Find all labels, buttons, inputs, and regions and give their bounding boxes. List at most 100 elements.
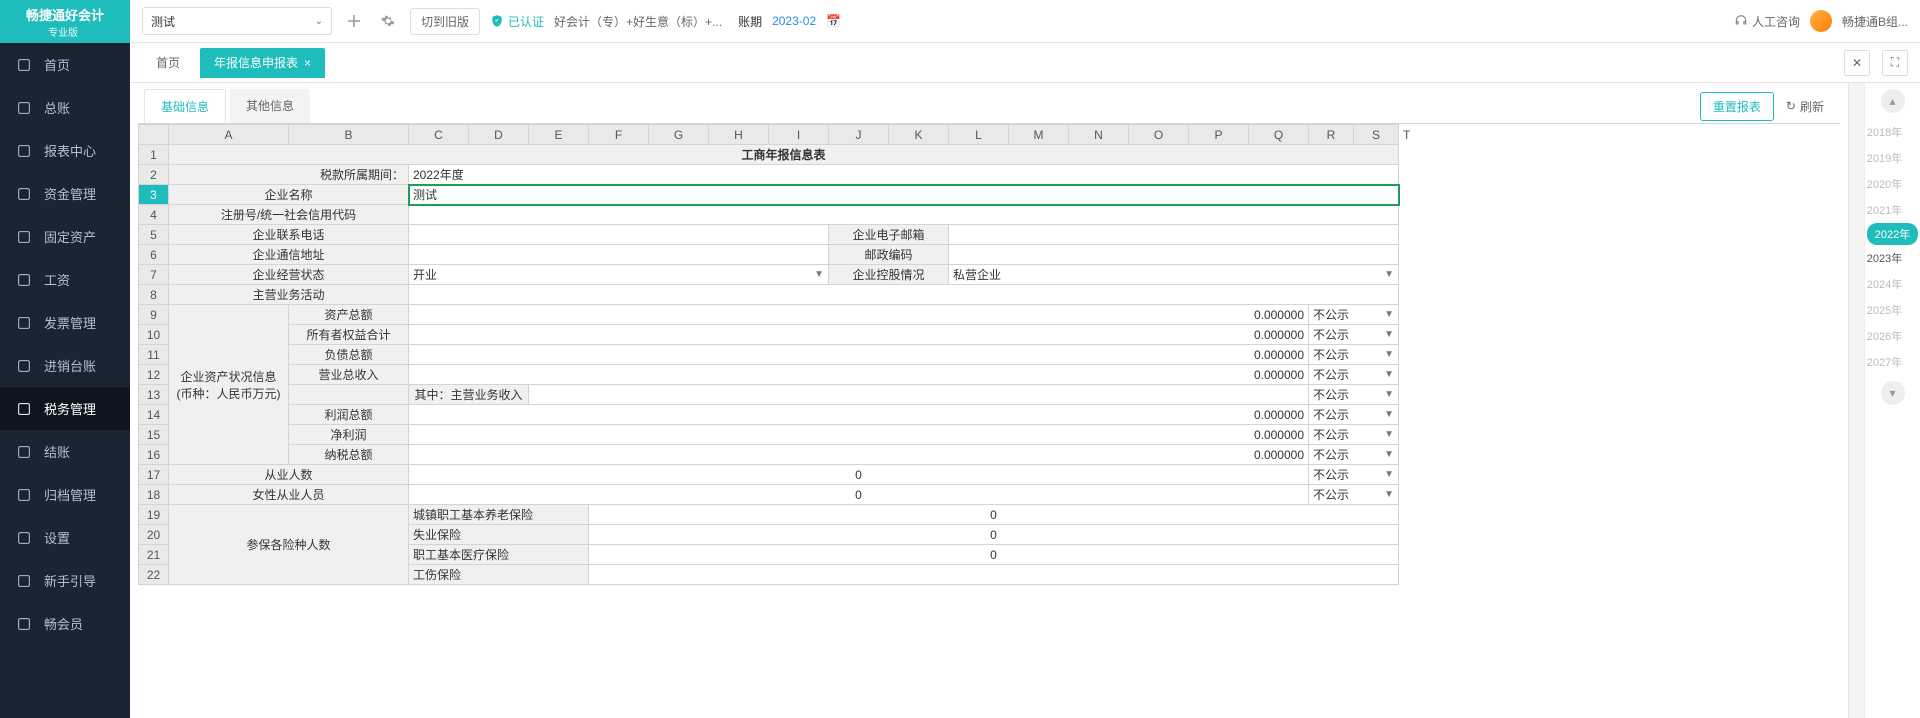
sidebar-item-5[interactable]: 工资 [0, 258, 130, 301]
disclosure-select[interactable]: 不公示▼ [1313, 466, 1394, 483]
disclosure-select[interactable]: 不公示▼ [1313, 326, 1394, 343]
cell-value[interactable]: 0.000000 [409, 345, 1309, 365]
add-org-button[interactable] [342, 9, 366, 33]
sidebar-item-10[interactable]: 归档管理 [0, 473, 130, 516]
cell-disclosure[interactable]: 不公示▼ [1309, 405, 1399, 425]
col-header-A[interactable]: A [169, 125, 289, 145]
disclosure-select[interactable]: 不公示▼ [1313, 486, 1394, 503]
cell-input[interactable] [949, 245, 1399, 265]
cell-disclosure[interactable]: 不公示▼ [1309, 345, 1399, 365]
company-name-cell[interactable]: 测试 [409, 185, 1399, 205]
year-item-2022年[interactable]: 2022年 [1867, 223, 1918, 245]
col-header-Q[interactable]: Q [1249, 125, 1309, 145]
col-header-D[interactable]: D [469, 125, 529, 145]
cell-value[interactable]: 0.000000 [409, 425, 1309, 445]
disclosure-select[interactable]: 私营企业▼ [953, 266, 1394, 283]
row-header-15[interactable]: 15 [139, 425, 169, 445]
col-header-O[interactable]: O [1129, 125, 1189, 145]
cell-value[interactable]: 0.000000 [409, 305, 1309, 325]
sidebar-item-11[interactable]: 设置 [0, 516, 130, 559]
row-header-20[interactable]: 20 [139, 525, 169, 545]
year-up-button[interactable]: ▴ [1881, 89, 1905, 113]
col-header-J[interactable]: J [829, 125, 889, 145]
row-header-6[interactable]: 6 [139, 245, 169, 265]
disclosure-select[interactable]: 不公示▼ [1313, 386, 1394, 403]
row-header-9[interactable]: 9 [139, 305, 169, 325]
cell-value[interactable]: 0 [589, 545, 1399, 565]
row-header-4[interactable]: 4 [139, 205, 169, 225]
close-icon[interactable]: × [304, 56, 311, 70]
cell-input[interactable] [409, 245, 829, 265]
row-header-5[interactable]: 5 [139, 225, 169, 245]
sidebar-item-4[interactable]: 固定资产 [0, 215, 130, 258]
cell-value[interactable]: 0 [589, 505, 1399, 525]
cell-value[interactable] [529, 385, 1309, 405]
year-item-2023年[interactable]: 2023年 [1867, 245, 1918, 271]
row-header-10[interactable]: 10 [139, 325, 169, 345]
col-header-S[interactable]: S [1354, 125, 1399, 145]
row-header-18[interactable]: 18 [139, 485, 169, 505]
cell-input[interactable] [949, 225, 1399, 245]
year-item-2027年[interactable]: 2027年 [1867, 349, 1918, 375]
cell-disclosure[interactable]: 不公示▼ [1309, 325, 1399, 345]
sidebar-item-2[interactable]: 报表中心 [0, 129, 130, 172]
row-header-19[interactable]: 19 [139, 505, 169, 525]
col-header-M[interactable]: M [1009, 125, 1069, 145]
refresh-button[interactable]: ↻ 刷新 [1786, 98, 1824, 115]
row-header-14[interactable]: 14 [139, 405, 169, 425]
row-header-1[interactable]: 1 [139, 145, 169, 165]
period-calendar-icon[interactable]: 📅 [826, 14, 841, 28]
col-header-B[interactable]: B [289, 125, 409, 145]
row-header-13[interactable]: 13 [139, 385, 169, 405]
cell-value[interactable]: 0 [409, 465, 1309, 485]
cell-disclosure[interactable]: 不公示▼ [1309, 425, 1399, 445]
avatar[interactable] [1810, 10, 1832, 32]
cell-input[interactable] [409, 205, 1399, 225]
sidebar-item-12[interactable]: 新手引导 [0, 559, 130, 602]
cell-value[interactable]: 0 [589, 525, 1399, 545]
row-header-2[interactable]: 2 [139, 165, 169, 185]
col-header-K[interactable]: K [889, 125, 949, 145]
sidebar-item-13[interactable]: 畅会员 [0, 602, 130, 645]
disclosure-select[interactable]: 开业▼ [413, 266, 824, 283]
cell-value[interactable]: 0.000000 [409, 405, 1309, 425]
row-header-8[interactable]: 8 [139, 285, 169, 305]
help-button[interactable]: 人工咨询 [1734, 13, 1800, 30]
tab-0[interactable]: 首页 [142, 48, 194, 78]
sidebar-item-7[interactable]: 进销台账 [0, 344, 130, 387]
col-header-I[interactable]: I [769, 125, 829, 145]
sidebar-item-6[interactable]: 发票管理 [0, 301, 130, 344]
cell-select[interactable]: 开业▼ [409, 265, 829, 285]
cell-value[interactable] [589, 565, 1399, 585]
username[interactable]: 畅捷通B组... [1842, 13, 1908, 30]
sidebar-item-9[interactable]: 结账 [0, 430, 130, 473]
sidebar-item-1[interactable]: 总账 [0, 86, 130, 129]
row-header-17[interactable]: 17 [139, 465, 169, 485]
subtab-0[interactable]: 基础信息 [144, 89, 226, 123]
col-header-G[interactable]: G [649, 125, 709, 145]
row-header-12[interactable]: 12 [139, 365, 169, 385]
cell-disclosure[interactable]: 不公示▼ [1309, 445, 1399, 465]
brand-logo[interactable]: 畅捷通好会计 专业版 [0, 0, 130, 43]
cell-input[interactable] [409, 225, 829, 245]
year-item-2025年[interactable]: 2025年 [1867, 297, 1918, 323]
disclosure-select[interactable]: 不公示▼ [1313, 346, 1394, 363]
sidebar-item-0[interactable]: 首页 [0, 43, 130, 86]
disclosure-select[interactable]: 不公示▼ [1313, 446, 1394, 463]
year-item-2024年[interactable]: 2024年 [1867, 271, 1918, 297]
org-select[interactable]: 测试 ⌄ [142, 7, 332, 35]
year-item-2020年[interactable]: 2020年 [1867, 171, 1918, 197]
period-value[interactable]: 2023-02 [772, 14, 816, 28]
row-header-7[interactable]: 7 [139, 265, 169, 285]
reset-report-button[interactable]: 重置报表 [1700, 92, 1774, 121]
cell-disclosure[interactable]: 不公示▼ [1309, 365, 1399, 385]
col-header-H[interactable]: H [709, 125, 769, 145]
org-settings-button[interactable] [376, 9, 400, 33]
sidebar-item-8[interactable]: 税务管理 [0, 387, 130, 430]
disclosure-select[interactable]: 不公示▼ [1313, 306, 1394, 323]
year-item-2026年[interactable]: 2026年 [1867, 323, 1918, 349]
col-header-F[interactable]: F [589, 125, 649, 145]
row-header-3[interactable]: 3 [139, 185, 169, 205]
row-header-16[interactable]: 16 [139, 445, 169, 465]
cell-value[interactable]: 0.000000 [409, 325, 1309, 345]
